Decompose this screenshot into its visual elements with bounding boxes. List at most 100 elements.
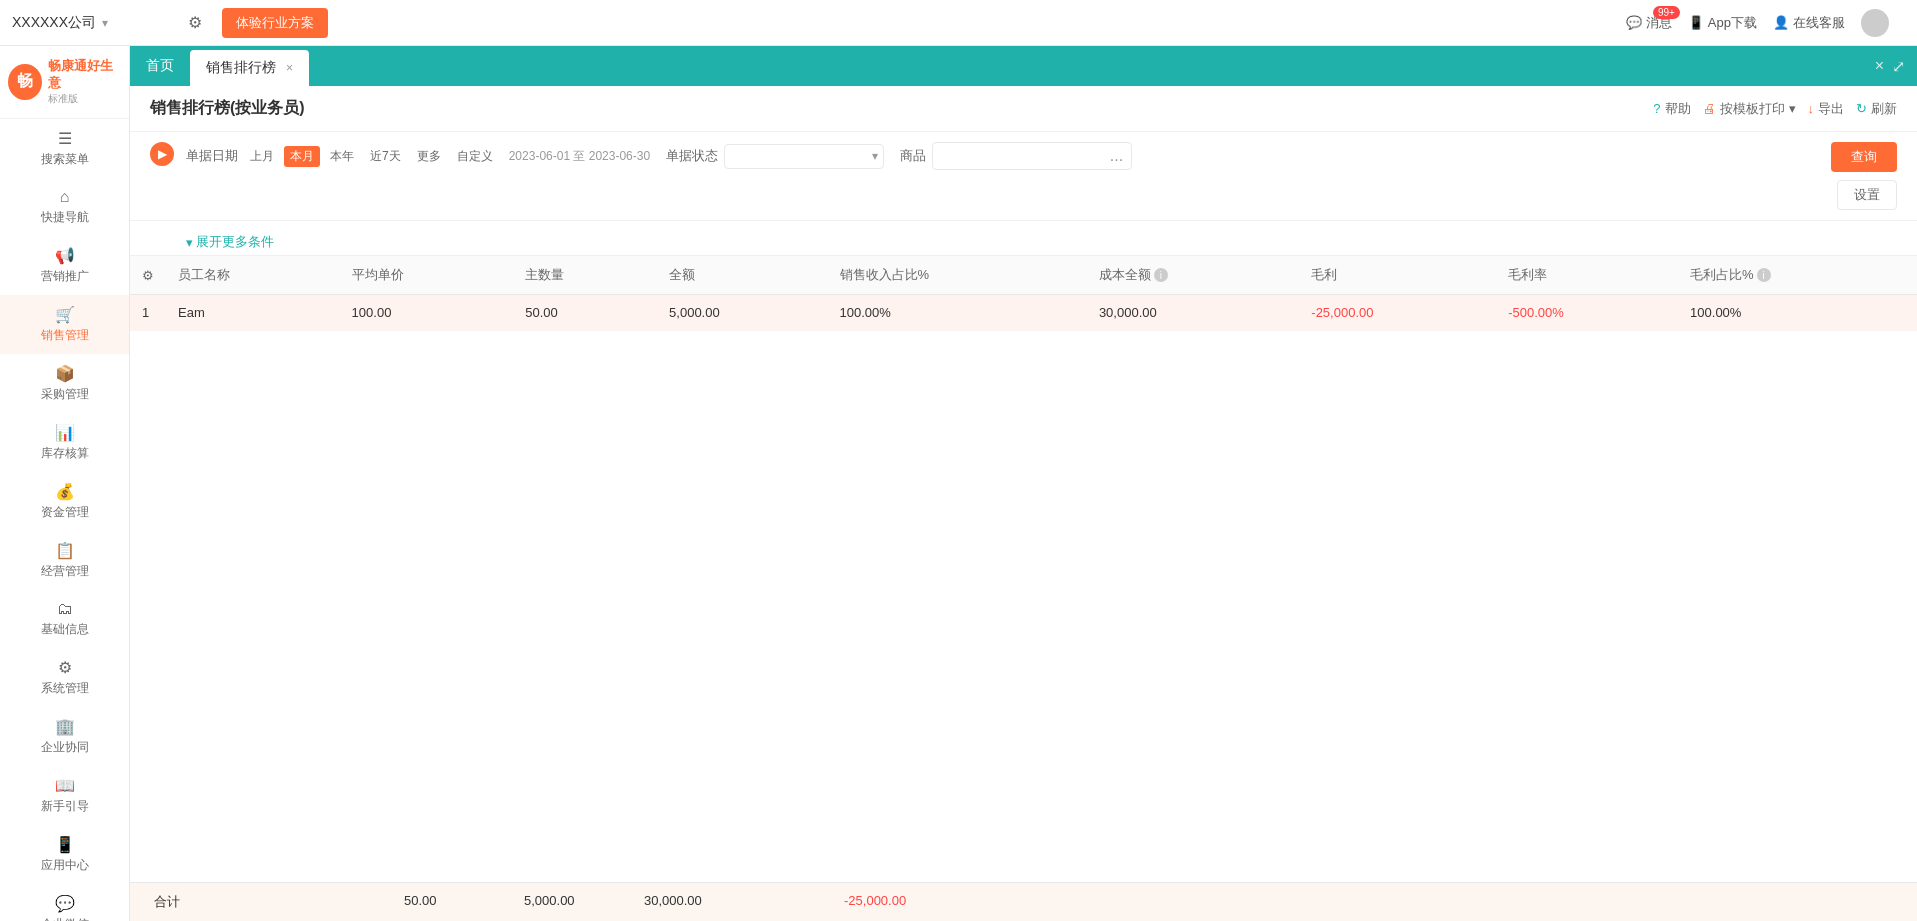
row-sales-pct: 100.00% (828, 295, 1087, 331)
sidebar-item-quicknav[interactable]: ⌂ 快捷导航 (0, 178, 129, 236)
basicinfo-icon: 🗂 (57, 600, 73, 618)
inventory-icon: 📊 (55, 423, 75, 442)
home-icon: ⌂ (60, 188, 70, 206)
export-button[interactable]: ↓ 导出 (1808, 100, 1845, 118)
messages-button[interactable]: 💬 消息 99+ (1626, 14, 1672, 32)
sidebar-item-inventory[interactable]: 📊 库存核算 (0, 413, 129, 472)
th-qty: 主数量 (513, 256, 657, 295)
messages-badge: 99+ (1653, 6, 1680, 19)
row-qty: 50.00 (513, 295, 657, 331)
date-custom-btn[interactable]: 自定义 (451, 146, 499, 167)
app-download-button[interactable]: 📱 App下载 (1688, 14, 1757, 32)
expand-chevron-icon: ▾ (186, 235, 193, 250)
online-service-button[interactable]: 👤 在线客服 (1773, 14, 1845, 32)
sidebar-item-appcenter[interactable]: 📱 应用中心 (0, 825, 129, 884)
message-icon: 💬 (1626, 15, 1642, 30)
search-icon: ☰ (58, 129, 72, 148)
th-avg-price: 平均单价 (340, 256, 514, 295)
goods-filter-dots-icon[interactable]: ... (1110, 147, 1123, 165)
filter-grid: 单据日期 上月 本月 本年 近7天 更多 自定义 2023-06-01 至 20… (186, 142, 1819, 170)
expand-more-btn[interactable]: ▾ 展开更多条件 (186, 233, 274, 251)
date-filter: 单据日期 上月 本月 本年 近7天 更多 自定义 2023-06-01 至 20… (186, 146, 650, 167)
status-filter: 单据状态 ▾ (666, 144, 884, 169)
query-button[interactable]: 查询 (1831, 142, 1897, 172)
date-filter-label: 单据日期 (186, 147, 238, 165)
sidebar-item-enterprise[interactable]: 🏢 企业协同 (0, 707, 129, 766)
avatar[interactable] (1861, 9, 1889, 37)
company-name: XXXXXX公司 (12, 14, 96, 32)
sidebar-item-basicinfo[interactable]: 🗂 基础信息 (0, 590, 129, 648)
date-prev-btn[interactable]: 上月 (244, 146, 280, 167)
table-wrapper: ⚙ 员工名称 平均单价 主数量 全额 销售收入占比% 成本全额 (130, 256, 1917, 882)
th-settings: ⚙ (130, 256, 166, 295)
filter-expand-arrow[interactable]: ▶ (150, 142, 174, 166)
table-footer: 合计 50.00 5,000.00 30,000.00 -25,000.00 (130, 882, 1917, 921)
tab-maximize-icon[interactable]: ⤢ (1892, 57, 1905, 76)
th-gross: 毛利 (1299, 256, 1496, 295)
status-select-wrapper: ▾ (724, 144, 884, 169)
row-rank: 1 (130, 295, 166, 331)
goods-filter: 商品 ... (900, 142, 1132, 170)
date-year-btn[interactable]: 本年 (324, 146, 360, 167)
footer-gross: -25,000.00 (832, 893, 918, 911)
row-amount: 5,000.00 (657, 295, 827, 331)
sidebar-item-finance[interactable]: 💰 资金管理 (0, 472, 129, 531)
expand-more-row: ▾ 展开更多条件 (130, 221, 1917, 256)
setup-button[interactable]: 设置 (1837, 180, 1897, 210)
table-settings-icon[interactable]: ⚙ (142, 268, 154, 283)
footer-cost: 30,000.00 (632, 893, 832, 911)
sidebar-logo: 畅 畅康通好生意 标准版 (0, 46, 129, 119)
row-name: Eam (166, 295, 340, 331)
date-current-btn[interactable]: 本月 (284, 146, 320, 167)
operation-icon: 📋 (55, 541, 75, 560)
sidebar-item-wechat[interactable]: 💬 企业微信 (0, 884, 129, 921)
gross-pct-info-icon[interactable]: i (1757, 268, 1771, 282)
footer-row: 合计 50.00 5,000.00 30,000.00 -25,000.00 (142, 893, 1905, 911)
cost-info-icon[interactable]: i (1154, 268, 1168, 282)
print-button[interactable]: 🖨 按模板打印 ▾ (1703, 100, 1796, 118)
page-header: 销售排行榜(按业务员) ? 帮助 🖨 按模板打印 ▾ ↓ (130, 86, 1917, 132)
trial-button[interactable]: 体验行业方案 (222, 8, 328, 38)
table-row: 1 Eam 100.00 50.00 5,000.00 100.00% 30,0… (130, 295, 1917, 331)
row-gross-rate: -500.00% (1496, 295, 1678, 331)
logo-icon: 畅 (8, 64, 42, 100)
sidebar-item-search[interactable]: ☰ 搜索菜单 (0, 119, 129, 178)
date-7days-btn[interactable]: 近7天 (364, 146, 407, 167)
company-selector[interactable]: XXXXXX公司 ▾ (12, 14, 172, 32)
footer-qty: 50.00 (392, 893, 512, 911)
row-avg-price: 100.00 (340, 295, 514, 331)
tab-close-window-icon[interactable]: × (1875, 57, 1884, 75)
top-bar: XXXXXX公司 ▾ ⚙ 体验行业方案 💬 消息 99+ 📱 App下载 👤 在… (0, 0, 1917, 46)
sidebar-item-system[interactable]: ⚙ 系统管理 (0, 648, 129, 707)
sidebar-item-purchase[interactable]: 📦 采购管理 (0, 354, 129, 413)
data-table: ⚙ 员工名称 平均单价 主数量 全额 销售收入占比% 成本全额 (130, 256, 1917, 331)
refresh-button[interactable]: ↻ 刷新 (1856, 100, 1897, 118)
sidebar: 畅 畅康通好生意 标准版 ☰ 搜索菜单 ⌂ 快捷导航 📢 营销推广 🛒 (0, 46, 130, 921)
sidebar-item-guide[interactable]: 📖 新手引导 (0, 766, 129, 825)
main-content: 销售排行榜(按业务员) ? 帮助 🖨 按模板打印 ▾ ↓ (130, 86, 1917, 921)
footer-label: 合计 (142, 893, 392, 911)
tab-sales-ranking[interactable]: 销售排行榜 × (190, 50, 309, 86)
appcenter-icon: 📱 (55, 835, 75, 854)
date-quick-btns: 上月 本月 本年 近7天 更多 自定义 (244, 146, 499, 167)
marketing-icon: 📢 (55, 246, 75, 265)
row-gross: -25,000.00 (1299, 295, 1496, 331)
date-more-btn[interactable]: 更多 (411, 146, 447, 167)
top-settings-icon[interactable]: ⚙ (180, 8, 210, 38)
footer-amount: 5,000.00 (512, 893, 632, 911)
sidebar-item-operation[interactable]: 📋 经营管理 (0, 531, 129, 590)
help-button[interactable]: ? 帮助 (1653, 100, 1690, 118)
status-select[interactable] (724, 144, 884, 169)
tab-bar-right: × ⤢ (1875, 57, 1917, 76)
tab-home[interactable]: 首页 (130, 46, 190, 86)
filter-section: ▶ 单据日期 上月 本月 本年 近7天 更多 自定义 (130, 132, 1917, 221)
sidebar-item-marketing[interactable]: 📢 营销推广 (0, 236, 129, 295)
sidebar-item-sales[interactable]: 🛒 销售管理 (0, 295, 129, 354)
sales-icon: 🛒 (55, 305, 75, 324)
print-chevron-icon: ▾ (1789, 101, 1796, 116)
tab-bar: 首页 销售排行榜 × × ⤢ (130, 46, 1917, 86)
goods-input[interactable]: ... (932, 142, 1132, 170)
row-cost: 30,000.00 (1087, 295, 1299, 331)
finance-icon: 💰 (55, 482, 75, 501)
tab-close-icon[interactable]: × (286, 61, 293, 75)
